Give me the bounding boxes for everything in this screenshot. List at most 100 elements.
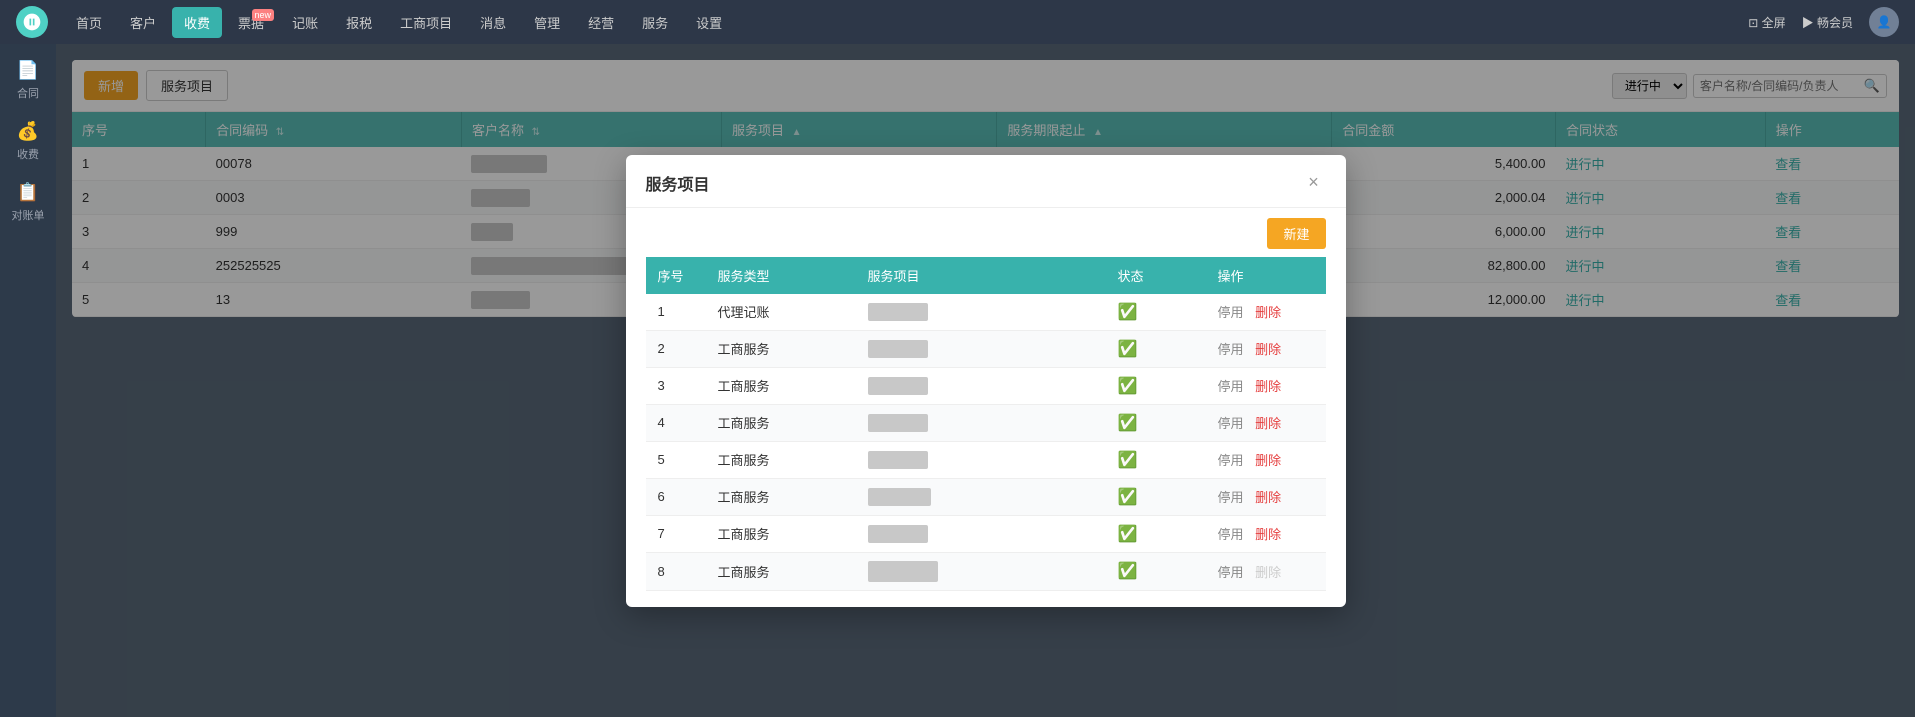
scell-action[interactable]: 停用 删除 xyxy=(1206,330,1326,367)
delete-button[interactable]: 删除 xyxy=(1255,379,1281,394)
nav-invoice[interactable]: 票据 new xyxy=(226,7,276,38)
stop-button[interactable]: 停用 xyxy=(1218,342,1244,357)
delete-button[interactable]: 删除 xyxy=(1255,490,1281,505)
status-check-icon: ✅ xyxy=(1118,304,1138,321)
scell-seq: 4 xyxy=(646,404,706,441)
modal-header: 服务项目 × xyxy=(626,155,1346,208)
sidebar-label-fee: 收费 xyxy=(17,146,39,162)
scell-seq: 5 xyxy=(646,441,706,478)
scell-seq: 6 xyxy=(646,478,706,515)
logo[interactable] xyxy=(16,6,48,38)
scell-action[interactable]: 停用 删除 xyxy=(1206,294,1326,331)
stop-button[interactable]: 停用 xyxy=(1218,416,1244,431)
scell-status: ✅ xyxy=(1106,294,1206,331)
top-nav: 首页 客户 收费 票据 new 记账 报税 工商项目 消息 管理 经营 服务 设… xyxy=(0,0,1915,44)
status-check-icon: ✅ xyxy=(1118,341,1138,358)
scell-type: 工商服务 xyxy=(706,552,856,590)
sth-action: 操作 xyxy=(1206,257,1326,294)
fee-icon: 💰 xyxy=(17,121,39,142)
modal-overlay: 服务项目 × 新建 序号 服务类型 服务项目 状态 xyxy=(56,44,1915,717)
modal-body[interactable]: 序号 服务类型 服务项目 状态 操作 1 代理记账 ████1 ✅ 停用 删除 … xyxy=(626,257,1346,607)
scell-type: 工商服务 xyxy=(706,404,856,441)
modal-title: 服务项目 xyxy=(646,171,710,195)
stop-button[interactable]: 停用 xyxy=(1218,527,1244,542)
nav-service[interactable]: 服务 xyxy=(630,7,680,38)
nav-manage[interactable]: 管理 xyxy=(522,7,572,38)
stop-button[interactable]: 停用 xyxy=(1218,305,1244,320)
scell-action[interactable]: 停用 删除 xyxy=(1206,515,1326,552)
sth-seq: 序号 xyxy=(646,257,706,294)
delete-button[interactable]: 删除 xyxy=(1255,565,1281,580)
sidebar-label-contract: 合同 xyxy=(17,85,39,101)
sidebar-label-statement: 对账单 xyxy=(12,207,45,223)
scell-item: ████ xyxy=(856,404,1106,441)
scell-seq: 2 xyxy=(646,330,706,367)
sidebar: 📄 合同 💰 收费 📋 对账单 xyxy=(0,44,56,717)
scell-item: ██████ xyxy=(856,478,1106,515)
scell-item: ████ xyxy=(856,515,1106,552)
nav-message[interactable]: 消息 xyxy=(468,7,518,38)
avatar[interactable]: 👤 xyxy=(1869,7,1899,37)
stop-button[interactable]: 停用 xyxy=(1218,490,1244,505)
delete-button[interactable]: 删除 xyxy=(1255,527,1281,542)
modal-close-button[interactable]: × xyxy=(1302,171,1326,195)
service-table-row: 5 工商服务 ████ ✅ 停用 删除 xyxy=(646,441,1326,478)
sidebar-item-contract[interactable]: 📄 合同 xyxy=(3,52,53,109)
scell-status: ✅ xyxy=(1106,552,1206,590)
delete-button[interactable]: 删除 xyxy=(1255,453,1281,468)
service-table-row: 8 工商服务 ████注册 ✅ 停用 删除 xyxy=(646,552,1326,590)
scell-status: ✅ xyxy=(1106,515,1206,552)
scell-seq: 7 xyxy=(646,515,706,552)
scell-seq: 3 xyxy=(646,367,706,404)
nav-operation[interactable]: 经营 xyxy=(576,7,626,38)
scell-action[interactable]: 停用 删除 xyxy=(1206,404,1326,441)
delete-button[interactable]: 删除 xyxy=(1255,342,1281,357)
delete-button[interactable]: 删除 xyxy=(1255,305,1281,320)
main-content: 新增 服务项目 进行中 已完成 已终止 🔍 xyxy=(56,44,1915,717)
service-table-row: 1 代理记账 ████1 ✅ 停用 删除 xyxy=(646,294,1326,331)
sidebar-item-fee[interactable]: 💰 收费 xyxy=(3,113,53,170)
scell-action[interactable]: 停用 删除 xyxy=(1206,441,1326,478)
scell-seq: 8 xyxy=(646,552,706,590)
sth-type: 服务类型 xyxy=(706,257,856,294)
stop-button[interactable]: 停用 xyxy=(1218,453,1244,468)
scell-item: ████ xyxy=(856,441,1106,478)
scell-type: 工商服务 xyxy=(706,441,856,478)
layout: 📄 合同 💰 收费 📋 对账单 新增 服务项目 进行中 已完成 已终止 xyxy=(0,44,1915,717)
stop-button[interactable]: 停用 xyxy=(1218,379,1244,394)
nav-settings[interactable]: 设置 xyxy=(684,7,734,38)
service-table: 序号 服务类型 服务项目 状态 操作 1 代理记账 ████1 ✅ 停用 删除 … xyxy=(646,257,1326,591)
stop-button[interactable]: 停用 xyxy=(1218,565,1244,580)
status-check-icon: ✅ xyxy=(1118,415,1138,432)
service-table-row: 4 工商服务 ████ ✅ 停用 删除 xyxy=(646,404,1326,441)
member-btn[interactable]: ▶ 畅会员 xyxy=(1802,14,1853,31)
scell-item: ████1 xyxy=(856,294,1106,331)
status-check-icon: ✅ xyxy=(1118,452,1138,469)
nav-tax[interactable]: 报税 xyxy=(334,7,384,38)
nav-bookkeeping[interactable]: 记账 xyxy=(280,7,330,38)
status-check-icon: ✅ xyxy=(1118,378,1138,395)
scell-status: ✅ xyxy=(1106,330,1206,367)
sidebar-item-statement[interactable]: 📋 对账单 xyxy=(3,174,53,231)
status-check-icon: ✅ xyxy=(1118,489,1138,506)
service-table-row: 7 工商服务 ████ ✅ 停用 删除 xyxy=(646,515,1326,552)
scell-status: ✅ xyxy=(1106,441,1206,478)
sth-item: 服务项目 xyxy=(856,257,1106,294)
nav-fee[interactable]: 收费 xyxy=(172,7,222,38)
scell-action[interactable]: 停用 删除 xyxy=(1206,478,1326,515)
nav-client[interactable]: 客户 xyxy=(118,7,168,38)
scell-type: 工商服务 xyxy=(706,515,856,552)
scell-type: 工商服务 xyxy=(706,367,856,404)
scell-action[interactable]: 停用 删除 xyxy=(1206,367,1326,404)
scell-item: ████注册 xyxy=(856,552,1106,590)
new-service-button[interactable]: 新建 xyxy=(1267,218,1325,249)
delete-button[interactable]: 删除 xyxy=(1255,416,1281,431)
scell-status: ✅ xyxy=(1106,404,1206,441)
fullscreen-btn[interactable]: ⊡ 全屏 xyxy=(1748,14,1785,31)
nav-home[interactable]: 首页 xyxy=(64,7,114,38)
status-check-icon: ✅ xyxy=(1118,563,1138,580)
scell-action[interactable]: 停用 删除 xyxy=(1206,552,1326,590)
sth-status: 状态 xyxy=(1106,257,1206,294)
nav-industrial[interactable]: 工商项目 xyxy=(388,7,464,38)
modal-toolbar: 新建 xyxy=(626,208,1346,257)
